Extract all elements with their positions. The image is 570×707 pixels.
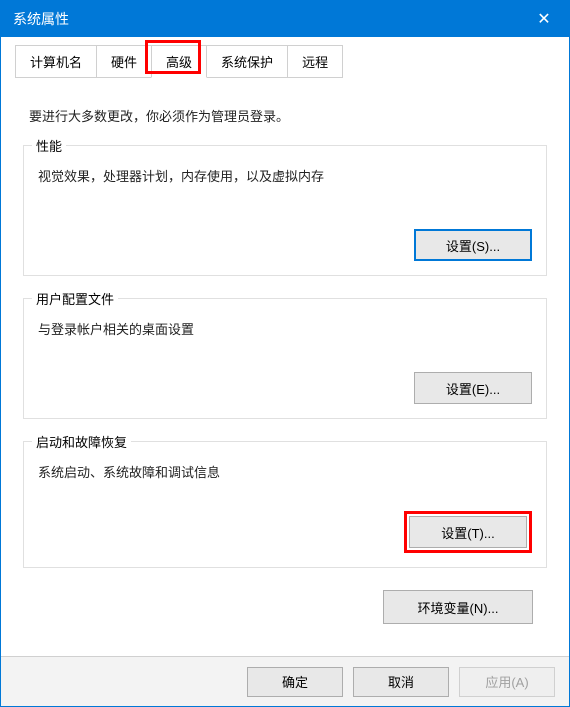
window-title: 系统属性 bbox=[13, 9, 69, 29]
system-properties-window: 系统属性 ✕ 计算机名 硬件 高级 系统保护 远程 要进行大多数更改，你必须作为… bbox=[0, 0, 570, 707]
ok-button[interactable]: 确定 bbox=[247, 667, 343, 697]
cancel-button[interactable]: 取消 bbox=[353, 667, 449, 697]
admin-note: 要进行大多数更改，你必须作为管理员登录。 bbox=[29, 106, 541, 125]
group-performance: 性能 视觉效果，处理器计划，内存使用，以及虚拟内存 设置(S)... bbox=[23, 145, 547, 276]
close-button[interactable]: ✕ bbox=[519, 1, 569, 37]
apply-button: 应用(A) bbox=[459, 667, 555, 697]
startup-recovery-button-row: 设置(T)... bbox=[38, 511, 532, 553]
group-startup-recovery: 启动和故障恢复 系统启动、系统故障和调试信息 设置(T)... bbox=[23, 441, 547, 568]
group-performance-desc: 视觉效果，处理器计划，内存使用，以及虚拟内存 bbox=[38, 166, 532, 185]
performance-button-row: 设置(S)... bbox=[38, 229, 532, 261]
group-performance-title: 性能 bbox=[32, 136, 66, 155]
group-startup-recovery-desc: 系统启动、系统故障和调试信息 bbox=[38, 462, 532, 481]
environment-variables-button[interactable]: 环境变量(N)... bbox=[383, 590, 533, 624]
tab-computer-name[interactable]: 计算机名 bbox=[15, 45, 97, 78]
close-icon: ✕ bbox=[537, 9, 550, 29]
tab-system-protection[interactable]: 系统保护 bbox=[206, 45, 288, 78]
group-user-profiles-title: 用户配置文件 bbox=[32, 289, 118, 308]
dialog-button-bar: 确定 取消 应用(A) bbox=[1, 656, 569, 706]
tab-content: 要进行大多数更改，你必须作为管理员登录。 性能 视觉效果，处理器计划，内存使用，… bbox=[1, 78, 569, 632]
tab-advanced[interactable]: 高级 bbox=[151, 45, 207, 78]
startup-recovery-settings-button[interactable]: 设置(T)... bbox=[409, 516, 527, 548]
performance-settings-button[interactable]: 设置(S)... bbox=[414, 229, 532, 261]
env-vars-row: 环境变量(N)... bbox=[23, 590, 547, 624]
tab-remote[interactable]: 远程 bbox=[287, 45, 343, 78]
group-user-profiles-desc: 与登录帐户相关的桌面设置 bbox=[38, 319, 532, 338]
tabs-row: 计算机名 硬件 高级 系统保护 远程 bbox=[1, 37, 569, 78]
user-profiles-button-row: 设置(E)... bbox=[38, 372, 532, 404]
tab-hardware[interactable]: 硬件 bbox=[96, 45, 152, 78]
group-startup-recovery-title: 启动和故障恢复 bbox=[32, 432, 131, 451]
highlight-startup-settings-button: 设置(T)... bbox=[404, 511, 532, 553]
titlebar: 系统属性 ✕ bbox=[1, 1, 569, 37]
user-profiles-settings-button[interactable]: 设置(E)... bbox=[414, 372, 532, 404]
group-user-profiles: 用户配置文件 与登录帐户相关的桌面设置 设置(E)... bbox=[23, 298, 547, 419]
